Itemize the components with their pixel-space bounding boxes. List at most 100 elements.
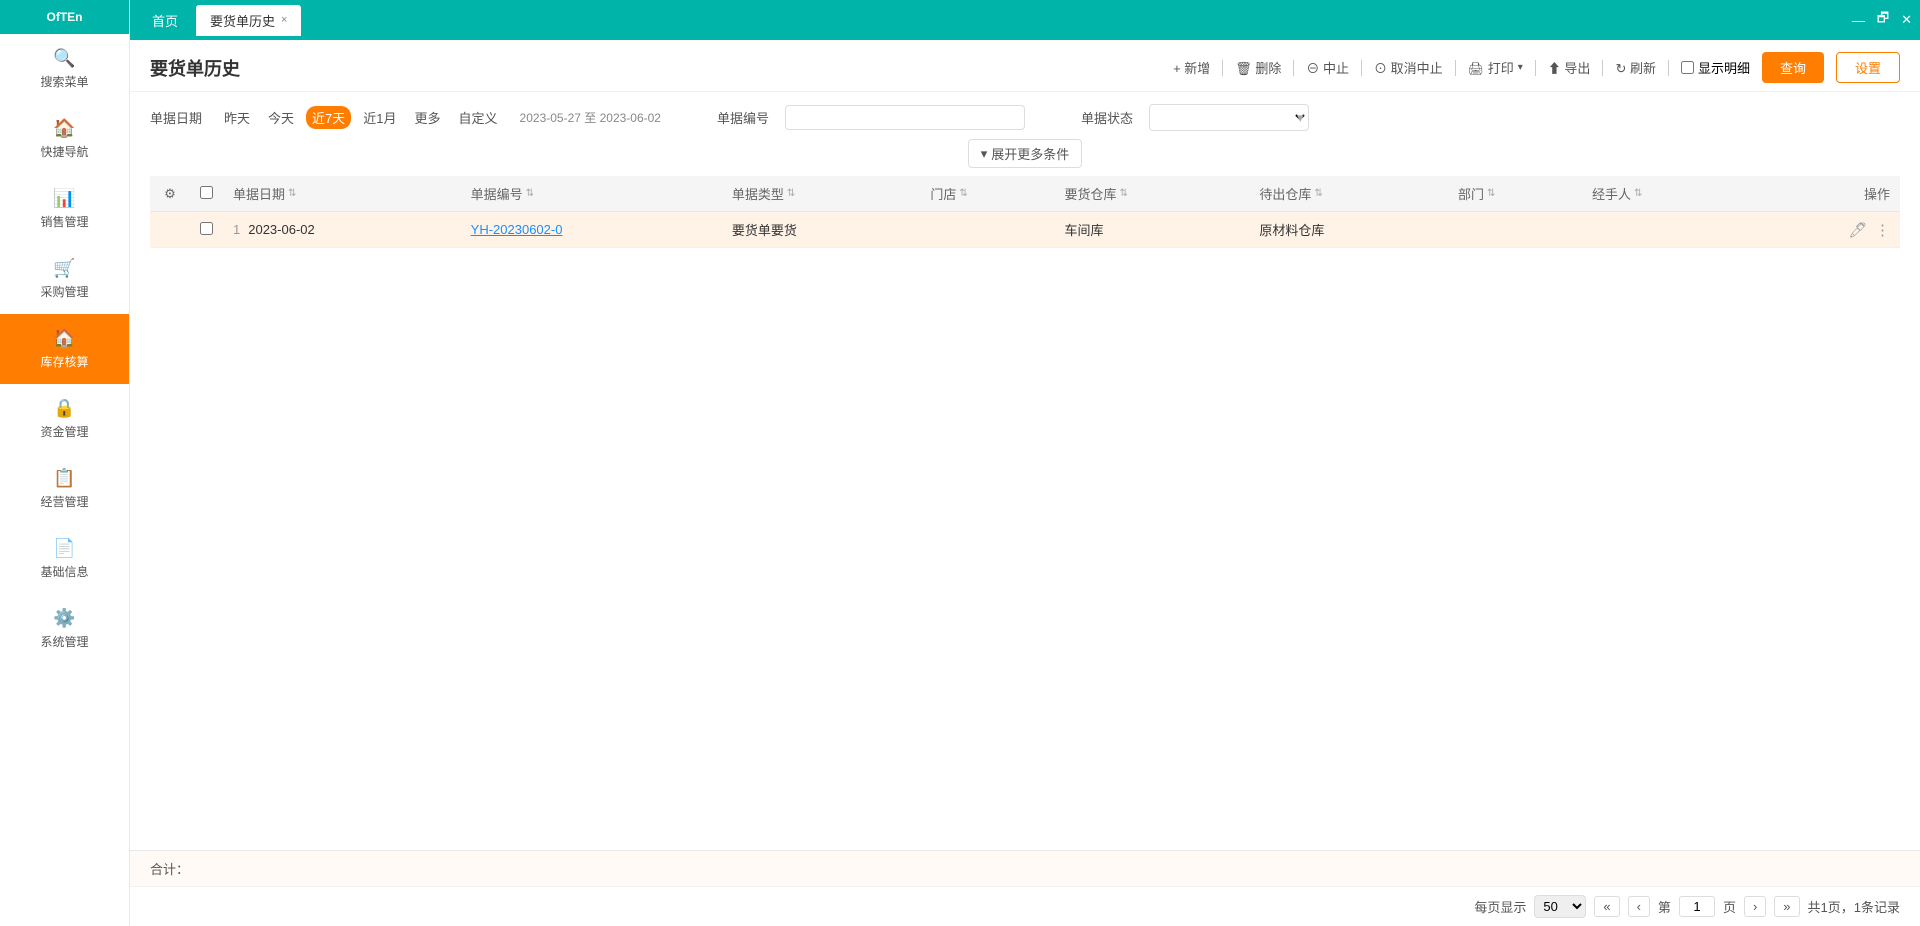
- date-btn-custom[interactable]: 自定义: [453, 106, 504, 129]
- th-date: 单据日期 ⇅: [223, 176, 461, 212]
- prev-page-btn[interactable]: ‹: [1628, 896, 1650, 917]
- export-button[interactable]: ⬆ 导出: [1548, 58, 1591, 77]
- row-date: 12023-06-02: [223, 212, 461, 248]
- sidebar-item-label: 搜索菜单: [40, 73, 88, 90]
- print-label: 🖨 打印: [1468, 58, 1514, 77]
- row-handler: [1582, 212, 1746, 248]
- tab-home[interactable]: 首页: [138, 5, 192, 36]
- tab-home-label: 首页: [152, 11, 178, 30]
- delete-label: 🗑 删除: [1235, 58, 1281, 77]
- row-edit-icon[interactable]: 🖊: [1848, 222, 1867, 239]
- sidebar-item-label: 系统管理: [40, 633, 88, 650]
- sidebar-item-operations[interactable]: 📋 经营管理: [0, 454, 129, 524]
- date-btn-more[interactable]: 更多: [409, 106, 447, 129]
- sidebar-item-basic[interactable]: 📄 基础信息: [0, 524, 129, 594]
- sidebar-item-label: 经营管理: [40, 493, 88, 510]
- th-handler: 经手人 ⇅: [1582, 176, 1746, 212]
- row-checkbox-cell: [190, 212, 223, 248]
- date-filter-btns: 昨天 今天 近7天 近1月 更多 自定义: [218, 106, 504, 129]
- th-shop-sort[interactable]: 门店 ⇅: [930, 184, 1044, 203]
- sidebar-item-label: 资金管理: [40, 423, 88, 440]
- expand-button[interactable]: ▾ 展开更多条件: [968, 139, 1083, 168]
- sidebar-item-label: 基础信息: [40, 563, 88, 580]
- select-all-checkbox[interactable]: [200, 186, 213, 199]
- table-settings-icon[interactable]: ⚙: [164, 186, 176, 201]
- tab-requisition-label: 要货单历史: [210, 11, 275, 30]
- add-label: + 新增: [1173, 58, 1210, 77]
- summary-label: 合计：: [150, 859, 189, 878]
- main-area: 首页 要货单历史 × — 🗗 ✕ 要货单历史 + 新增 🗑 删除: [130, 0, 1920, 926]
- row-department: [1448, 212, 1582, 248]
- row-checkbox[interactable]: [200, 222, 213, 235]
- total-info: 共1页，1条记录: [1808, 897, 1900, 916]
- refresh-button[interactable]: ↻ 刷新: [1615, 58, 1656, 77]
- th-pendwh-sort[interactable]: 待出仓库 ⇅: [1259, 184, 1438, 203]
- tab-requisition-history[interactable]: 要货单历史 ×: [196, 5, 301, 36]
- sidebar-item-sales[interactable]: 📊 销售管理: [0, 174, 129, 244]
- th-handler-sort[interactable]: 经手人 ⇅: [1592, 184, 1736, 203]
- print-dropdown-icon[interactable]: ▾: [1518, 62, 1523, 73]
- window-restore-btn[interactable]: 🗗: [1877, 9, 1889, 31]
- display-detail-checkbox[interactable]: [1681, 61, 1694, 74]
- th-department: 部门 ⇅: [1448, 176, 1582, 212]
- delete-button[interactable]: 🗑 删除: [1235, 58, 1281, 77]
- table-row: 12023-06-02 YH-20230602-0 要货单要货 车间库 原材料仓…: [150, 212, 1900, 248]
- sidebar-item-quick-nav[interactable]: 🏠 快捷导航: [0, 104, 129, 174]
- toolbar: + 新增 🗑 删除 ⊖ 中止 ⊙ 取消中止 🖨 打印 ▾: [1173, 52, 1900, 83]
- window-close-btn[interactable]: ✕: [1901, 12, 1912, 28]
- th-doc-no: 单据编号 ⇅: [461, 176, 722, 212]
- page-header: 要货单历史 + 新增 🗑 删除 ⊖ 中止 ⊙ 取消中止: [130, 40, 1920, 92]
- brand: OfTEn: [0, 0, 129, 34]
- export-label: ⬆ 导出: [1548, 58, 1591, 77]
- search-icon: 🔍: [53, 48, 75, 69]
- th-doctype-sort[interactable]: 单据类型 ⇅: [732, 184, 911, 203]
- row-more-icon[interactable]: ⋮: [1875, 222, 1890, 239]
- sort-icon-doctype: ⇅: [787, 188, 795, 199]
- tab-close-icon[interactable]: ×: [281, 14, 287, 26]
- cancel-suspend-button[interactable]: ⊙ 取消中止: [1374, 58, 1443, 77]
- page-title: 要货单历史: [150, 55, 240, 81]
- date-btn-7days[interactable]: 近7天: [306, 106, 351, 129]
- doc-icon: 📄: [53, 538, 75, 559]
- first-page-btn[interactable]: «: [1594, 896, 1619, 917]
- row-pending-warehouse: 原材料仓库: [1249, 212, 1448, 248]
- suspend-button[interactable]: ⊖ 中止: [1306, 58, 1349, 77]
- settings-button[interactable]: 设置: [1836, 52, 1900, 83]
- date-btn-today[interactable]: 今天: [262, 106, 300, 129]
- th-docno-sort[interactable]: 单据编号 ⇅: [471, 184, 712, 203]
- display-detail-label: 显示明细: [1698, 58, 1750, 77]
- doc-no-link[interactable]: YH-20230602-0: [471, 222, 563, 237]
- sidebar-item-search[interactable]: 🔍 搜索菜单: [0, 34, 129, 104]
- sort-icon-date: ⇅: [288, 188, 296, 199]
- expand-label: 展开更多条件: [991, 144, 1069, 163]
- th-dept-sort[interactable]: 部门 ⇅: [1458, 184, 1572, 203]
- cancel-suspend-label: ⊙ 取消中止: [1374, 58, 1443, 77]
- warehouse-icon: 🏠: [53, 328, 75, 349]
- sidebar-item-label: 快捷导航: [40, 143, 88, 160]
- chart-icon: 📊: [53, 188, 75, 209]
- table-footer: 合计：: [130, 850, 1920, 886]
- doc-number-input[interactable]: [785, 105, 1025, 130]
- search-button[interactable]: 查询: [1762, 52, 1824, 83]
- page-size-select[interactable]: 102050100: [1534, 895, 1586, 918]
- page-number-input[interactable]: [1679, 896, 1715, 917]
- date-filter-label: 单据日期: [150, 108, 202, 127]
- sidebar-item-inventory[interactable]: 🏠 库存核算: [0, 314, 129, 384]
- sidebar-item-purchase[interactable]: 🛒 采购管理: [0, 244, 129, 314]
- sidebar: OfTEn 🔍 搜索菜单 🏠 快捷导航 📊 销售管理 🛒 采购管理 🏠 库存核算…: [0, 0, 130, 926]
- next-page-btn[interactable]: ›: [1744, 896, 1766, 917]
- sidebar-item-finance[interactable]: 🔒 资金管理: [0, 384, 129, 454]
- last-page-btn[interactable]: »: [1774, 896, 1799, 917]
- date-btn-yesterday[interactable]: 昨天: [218, 106, 256, 129]
- sidebar-item-system[interactable]: ⚙️ 系统管理: [0, 594, 129, 664]
- page-size-label: 每页显示: [1474, 897, 1526, 916]
- add-button[interactable]: + 新增: [1173, 58, 1210, 77]
- th-date-sort[interactable]: 单据日期 ⇅: [233, 184, 451, 203]
- th-reqwh-sort[interactable]: 要货仓库 ⇅: [1065, 184, 1240, 203]
- sort-icon-shop: ⇅: [959, 188, 967, 199]
- print-button[interactable]: 🖨 打印 ▾: [1468, 58, 1523, 77]
- date-btn-1month[interactable]: 近1月: [357, 106, 402, 129]
- divider-7: [1668, 60, 1669, 76]
- window-minimize-btn[interactable]: —: [1852, 13, 1865, 28]
- status-select[interactable]: [1149, 104, 1309, 131]
